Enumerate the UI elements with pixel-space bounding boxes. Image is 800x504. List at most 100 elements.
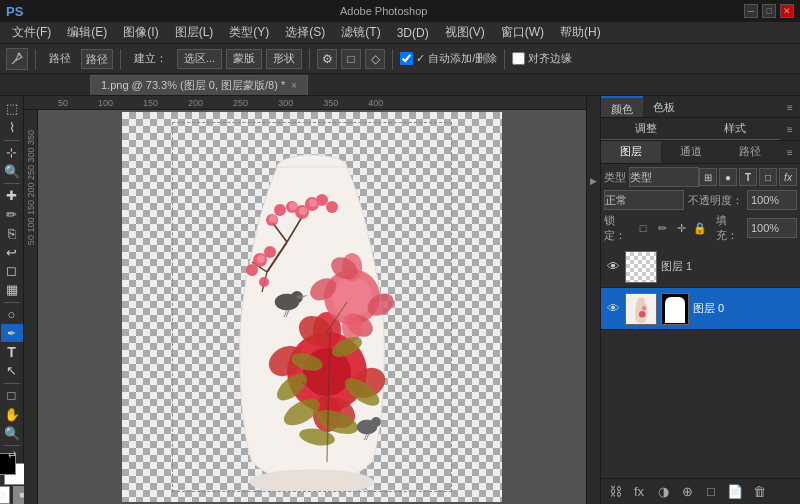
lock-transparent-btn[interactable]: □ — [636, 219, 651, 237]
panel-menu-btn-adj[interactable]: ≡ — [780, 118, 800, 140]
menu-view[interactable]: 视图(V) — [437, 22, 493, 43]
gradient-tool[interactable]: ▦ — [1, 281, 23, 299]
path-select[interactable]: 路径 — [81, 49, 113, 69]
text-tool[interactable]: T — [1, 343, 23, 361]
lock-pixels-btn[interactable]: ✏ — [655, 219, 670, 237]
menu-edit[interactable]: 编辑(E) — [59, 22, 115, 43]
link-layers-btn[interactable]: ⛓ — [605, 482, 625, 502]
titlebar: PS Adobe Photoshop ─ □ ✕ — [0, 0, 800, 22]
shape-tool-left[interactable]: □ — [1, 387, 23, 405]
dodge-tool[interactable]: ○ — [1, 305, 23, 323]
toolbar-icon-1[interactable]: ⚙ — [317, 49, 337, 69]
new-layer-btn[interactable]: 📄 — [725, 482, 745, 502]
layer-tabs: 图层 通道 路径 ≡ — [601, 141, 800, 164]
history-brush-tool[interactable]: ↩ — [1, 243, 23, 261]
tool-divider-1 — [4, 140, 20, 141]
menu-file[interactable]: 文件(F) — [4, 22, 59, 43]
toolbar-icon-2[interactable]: □ — [341, 49, 361, 69]
lock-position-btn[interactable]: ✛ — [674, 219, 689, 237]
lasso-tool[interactable]: ⌇ — [1, 119, 23, 137]
add-style-btn[interactable]: fx — [629, 482, 649, 502]
zoom-tool[interactable]: 🔍 — [1, 424, 23, 442]
menu-3d[interactable]: 3D(D) — [389, 24, 437, 42]
svg-point-17 — [316, 194, 328, 206]
create-fill-btn[interactable]: ⊕ — [677, 482, 697, 502]
adjustments-tab[interactable]: 调整 — [601, 118, 691, 140]
panel-collapse-strip[interactable]: ▶ — [586, 96, 600, 504]
fill-input[interactable] — [747, 218, 797, 238]
layer-visibility-0[interactable]: 👁 — [605, 301, 621, 317]
styles-tab[interactable]: 样式 — [691, 118, 781, 140]
menu-type[interactable]: 类型(Y) — [221, 22, 277, 43]
eyedropper-tool[interactable]: 🔍 — [1, 162, 23, 180]
blend-mode-select[interactable]: 正常 — [604, 190, 684, 210]
svg-point-23 — [257, 255, 265, 263]
layer-visibility-1[interactable]: 👁 — [605, 259, 621, 275]
path-selection-tool[interactable]: ↖ — [1, 362, 23, 380]
pen-tool-left[interactable]: ✒ — [1, 324, 23, 342]
panel-menu-btn-top[interactable]: ≡ — [780, 96, 800, 118]
filter-icon-text[interactable]: T — [739, 168, 757, 186]
delete-layer-btn[interactable]: 🗑 — [749, 482, 769, 502]
maximize-button[interactable]: □ — [762, 4, 776, 18]
left-tools: ⬚ ⌇ ⊹ 🔍 ✚ ✏ ⎘ ↩ ◻ ▦ ○ ✒ T ↖ □ ✋ 🔍 ⇄ □ ■ — [0, 96, 24, 504]
select-btn[interactable]: 选区... — [177, 49, 222, 69]
mask-btn[interactable]: 蒙版 — [226, 49, 262, 69]
filter-icon-grid[interactable]: ⊞ — [699, 168, 717, 186]
tool-divider-2 — [4, 183, 20, 184]
swap-colors-icon[interactable]: ⇄ — [8, 449, 16, 460]
minimize-button[interactable]: ─ — [744, 4, 758, 18]
panel-tab-group-1: 颜色 色板 — [601, 96, 780, 117]
layer-item-1[interactable]: 👁 图层 1 — [601, 246, 800, 288]
healing-tool[interactable]: ✚ — [1, 187, 23, 205]
menu-filter[interactable]: 滤镜(T) — [333, 22, 388, 43]
channels-tab[interactable]: 通道 — [661, 141, 721, 163]
document-tab-active[interactable]: 1.png @ 73.3% (图层 0, 图层蒙版/8) * × — [90, 75, 308, 95]
toolbar-sep-5 — [504, 49, 505, 69]
stamp-tool[interactable]: ⎘ — [1, 224, 23, 242]
lock-all-btn[interactable]: 🔒 — [693, 219, 708, 237]
crop-tool[interactable]: ⊹ — [1, 143, 23, 161]
color-panel-tab[interactable]: 颜色 — [601, 96, 643, 117]
svg-point-20 — [309, 199, 317, 207]
filter-icons-row: 类型 ⊞ ● T □ fx — [629, 167, 797, 187]
swatches-panel-tab[interactable]: 色板 — [643, 96, 685, 117]
tab-close-button[interactable]: × — [291, 80, 297, 91]
standard-mode[interactable]: □ — [0, 486, 10, 504]
filter-type-select[interactable]: 类型 — [629, 167, 699, 187]
menu-help[interactable]: 帮助(H) — [552, 22, 609, 43]
filter-icon-dot[interactable]: ● — [719, 168, 737, 186]
toolbar: 路径 路径 建立： 选区... 蒙版 形状 ⚙ □ ◇ ✓ 自动添加/删除 对齐… — [0, 44, 800, 74]
layer-name-1: 图层 1 — [661, 259, 796, 274]
align-edges-toggle[interactable]: 对齐边缘 — [512, 51, 572, 66]
layers-tab[interactable]: 图层 — [601, 141, 661, 163]
pen-tool-icon[interactable] — [6, 48, 28, 70]
menu-layer[interactable]: 图层(L) — [167, 22, 222, 43]
create-group-btn[interactable]: □ — [701, 482, 721, 502]
tool-divider-5 — [4, 445, 20, 446]
add-mask-btn[interactable]: ◑ — [653, 482, 673, 502]
close-button[interactable]: ✕ — [780, 4, 794, 18]
filter-icon-shape[interactable]: □ — [759, 168, 777, 186]
svg-point-61 — [639, 311, 645, 317]
brush-tool[interactable]: ✏ — [1, 206, 23, 224]
layer-item-0[interactable]: 👁 图层 0 — [601, 288, 800, 330]
menu-image[interactable]: 图像(I) — [115, 22, 166, 43]
toolbar-icon-3[interactable]: ◇ — [365, 49, 385, 69]
hand-tool[interactable]: ✋ — [1, 405, 23, 423]
paths-tab[interactable]: 路径 — [720, 141, 780, 163]
build-label: 建立： — [128, 49, 173, 68]
opacity-input[interactable] — [747, 190, 797, 210]
svg-point-12 — [274, 204, 286, 216]
menu-window[interactable]: 窗口(W) — [493, 22, 552, 43]
ruler-top: 50100150200250300350400 — [24, 96, 586, 110]
menu-select[interactable]: 选择(S) — [277, 22, 333, 43]
collapse-arrow-icon[interactable]: ▶ — [590, 176, 597, 186]
shape-btn[interactable]: 形状 — [266, 49, 302, 69]
selection-tool[interactable]: ⬚ — [1, 100, 23, 118]
auto-add-delete-toggle[interactable]: ✓ 自动添加/删除 — [400, 51, 497, 66]
eraser-tool[interactable]: ◻ — [1, 262, 23, 280]
panel-menu-btn-layer[interactable]: ≡ — [780, 141, 800, 163]
canvas-document — [122, 112, 502, 502]
filter-icon-fx[interactable]: fx — [779, 168, 797, 186]
